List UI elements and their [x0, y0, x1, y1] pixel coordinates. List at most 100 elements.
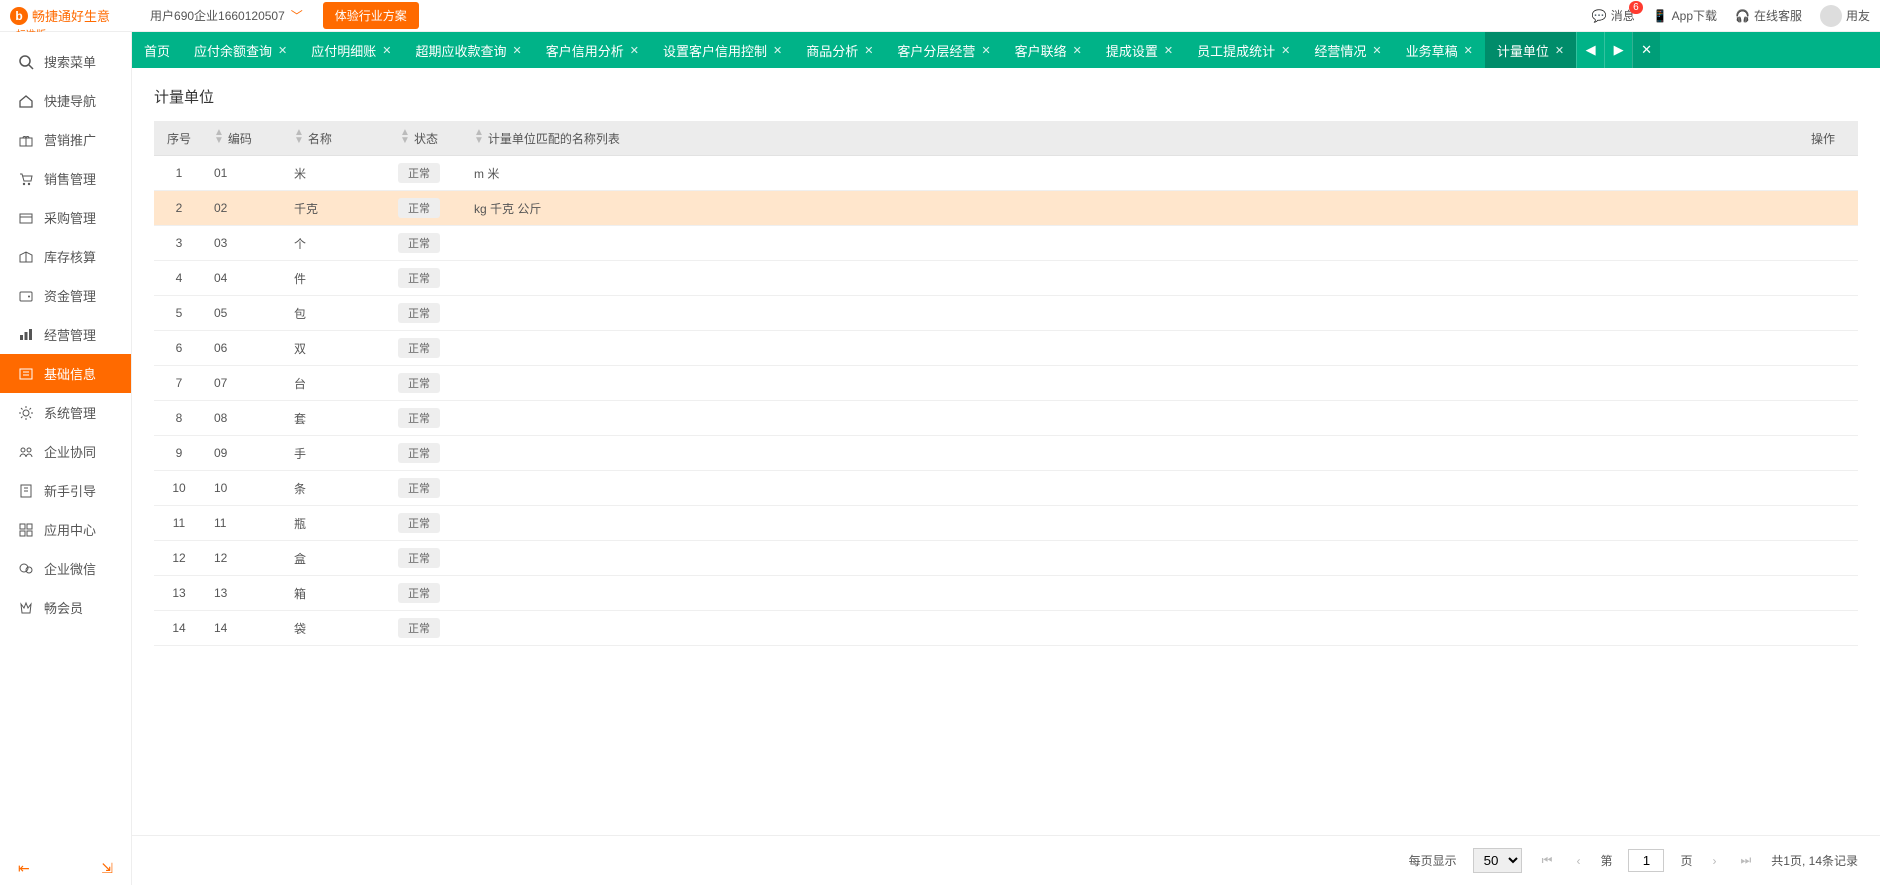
- messages-button[interactable]: 💬 消息 6: [1592, 7, 1635, 24]
- close-icon[interactable]: ✕: [278, 44, 287, 57]
- page-input[interactable]: [1628, 849, 1664, 872]
- close-icon[interactable]: ✕: [1073, 44, 1082, 57]
- cell-name: 套: [284, 401, 374, 436]
- col-name[interactable]: ▲▼名称: [284, 121, 374, 156]
- cell-status: 正常: [374, 401, 464, 436]
- tab-9[interactable]: 提成设置✕: [1094, 32, 1185, 68]
- tab-2[interactable]: 应付明细账✕: [299, 32, 403, 68]
- sidebar-item-8[interactable]: 基础信息: [0, 354, 131, 393]
- col-status[interactable]: ▲▼状态: [374, 121, 464, 156]
- close-icon[interactable]: ✕: [981, 44, 990, 57]
- org-name: 用户690企业1660120507: [150, 7, 285, 24]
- col-match[interactable]: ▲▼计量单位匹配的名称列表: [464, 121, 1788, 156]
- sort-icon: ▲▼: [214, 129, 224, 145]
- tab-close-all[interactable]: ✕: [1632, 32, 1660, 68]
- close-icon[interactable]: ✕: [630, 44, 639, 57]
- sidebar-item-11[interactable]: 新手引导: [0, 471, 131, 510]
- online-service-button[interactable]: 🎧 在线客服: [1735, 7, 1802, 24]
- close-icon[interactable]: ✕: [1164, 44, 1173, 57]
- table-row[interactable]: 303个正常: [154, 226, 1858, 261]
- sidebar-item-4[interactable]: 采购管理: [0, 198, 131, 237]
- per-page-select[interactable]: 50: [1473, 848, 1522, 873]
- sidebar-item-13[interactable]: 企业微信: [0, 549, 131, 588]
- cell-op: [1788, 156, 1858, 191]
- cell-code: 11: [204, 506, 284, 541]
- table-row[interactable]: 707台正常: [154, 366, 1858, 401]
- table-row[interactable]: 505包正常: [154, 296, 1858, 331]
- tab-label: 应付余额查询: [194, 41, 272, 60]
- tab-scroll-left[interactable]: ◀: [1576, 32, 1604, 68]
- tab-7[interactable]: 客户分层经营✕: [885, 32, 1002, 68]
- close-icon[interactable]: ✕: [864, 44, 873, 57]
- close-icon[interactable]: ✕: [513, 44, 522, 57]
- cell-code: 08: [204, 401, 284, 436]
- tab-10[interactable]: 员工提成统计✕: [1185, 32, 1302, 68]
- col-index[interactable]: 序号: [154, 121, 204, 156]
- app-download-button[interactable]: 📱 App下载: [1653, 7, 1717, 24]
- tab-12[interactable]: 业务草稿✕: [1394, 32, 1485, 68]
- try-industry-button[interactable]: 体验行业方案: [323, 2, 419, 29]
- cell-name: 袋: [284, 611, 374, 646]
- table-row[interactable]: 1010条正常: [154, 471, 1858, 506]
- page-last-button[interactable]: ⏭: [1736, 853, 1755, 868]
- close-icon[interactable]: ✕: [382, 44, 391, 57]
- close-icon[interactable]: ✕: [1464, 44, 1473, 57]
- table-row[interactable]: 909手正常: [154, 436, 1858, 471]
- org-selector[interactable]: 用户690企业1660120507 ﹀: [150, 7, 303, 24]
- sidebar-expand-icon[interactable]: ⇲: [101, 860, 113, 877]
- sidebar-item-12[interactable]: 应用中心: [0, 510, 131, 549]
- table-row[interactable]: 1212盒正常: [154, 541, 1858, 576]
- table-row[interactable]: 1111瓶正常: [154, 506, 1858, 541]
- tab-8[interactable]: 客户联络✕: [1003, 32, 1094, 68]
- table-row[interactable]: 606双正常: [154, 331, 1858, 366]
- cell-index: 1: [154, 156, 204, 191]
- table-row[interactable]: 202千克正常kg 千克 公斤: [154, 191, 1858, 226]
- chart-icon: [18, 327, 34, 343]
- table-row[interactable]: 404件正常: [154, 261, 1858, 296]
- tab-6[interactable]: 商品分析✕: [794, 32, 885, 68]
- user-menu[interactable]: 用友: [1820, 5, 1870, 27]
- page-prev-button[interactable]: ‹: [1572, 854, 1584, 868]
- table-row[interactable]: 101米正常m 米: [154, 156, 1858, 191]
- close-icon[interactable]: ✕: [1281, 44, 1290, 57]
- cell-index: 11: [154, 506, 204, 541]
- sidebar-item-6[interactable]: 资金管理: [0, 276, 131, 315]
- sidebar: 搜索菜单快捷导航营销推广销售管理采购管理库存核算资金管理经营管理基础信息系统管理…: [0, 32, 132, 885]
- tab-0[interactable]: 首页: [132, 32, 182, 68]
- close-icon[interactable]: ✕: [773, 44, 782, 57]
- status-badge: 正常: [398, 618, 440, 638]
- sidebar-item-9[interactable]: 系统管理: [0, 393, 131, 432]
- cell-name: 个: [284, 226, 374, 261]
- col-code[interactable]: ▲▼编码: [204, 121, 284, 156]
- sidebar-item-0[interactable]: 搜索菜单: [0, 42, 131, 81]
- tab-5[interactable]: 设置客户信用控制✕: [651, 32, 794, 68]
- tab-scroll-right[interactable]: ▶: [1604, 32, 1632, 68]
- cell-op: [1788, 366, 1858, 401]
- close-icon[interactable]: ✕: [1372, 44, 1381, 57]
- pagination-bar: 每页显示 50 ⏮ ‹ 第 页 › ⏭ 共1页, 14条记录: [132, 835, 1880, 885]
- sidebar-item-3[interactable]: 销售管理: [0, 159, 131, 198]
- sidebar-item-2[interactable]: 营销推广: [0, 120, 131, 159]
- table-row[interactable]: 1313箱正常: [154, 576, 1858, 611]
- cell-index: 2: [154, 191, 204, 226]
- sidebar-item-1[interactable]: 快捷导航: [0, 81, 131, 120]
- table-row[interactable]: 808套正常: [154, 401, 1858, 436]
- page-first-button[interactable]: ⏮: [1538, 853, 1557, 868]
- table-row[interactable]: 1414袋正常: [154, 611, 1858, 646]
- sidebar-item-14[interactable]: 畅会员: [0, 588, 131, 627]
- sidebar-item-7[interactable]: 经营管理: [0, 315, 131, 354]
- tab-3[interactable]: 超期应收款查询✕: [403, 32, 533, 68]
- tab-4[interactable]: 客户信用分析✕: [534, 32, 651, 68]
- close-icon[interactable]: ✕: [1555, 44, 1564, 57]
- tab-11[interactable]: 经营情况✕: [1302, 32, 1393, 68]
- cell-code: 01: [204, 156, 284, 191]
- cell-code: 02: [204, 191, 284, 226]
- cell-code: 09: [204, 436, 284, 471]
- sidebar-collapse-icon[interactable]: ⇤: [18, 860, 30, 877]
- page-next-button[interactable]: ›: [1708, 854, 1720, 868]
- tab-1[interactable]: 应付余额查询 ✕: [182, 32, 299, 68]
- tab-13[interactable]: 计量单位✕: [1485, 32, 1576, 68]
- cell-op: [1788, 261, 1858, 296]
- sidebar-item-5[interactable]: 库存核算: [0, 237, 131, 276]
- sidebar-item-10[interactable]: 企业协同: [0, 432, 131, 471]
